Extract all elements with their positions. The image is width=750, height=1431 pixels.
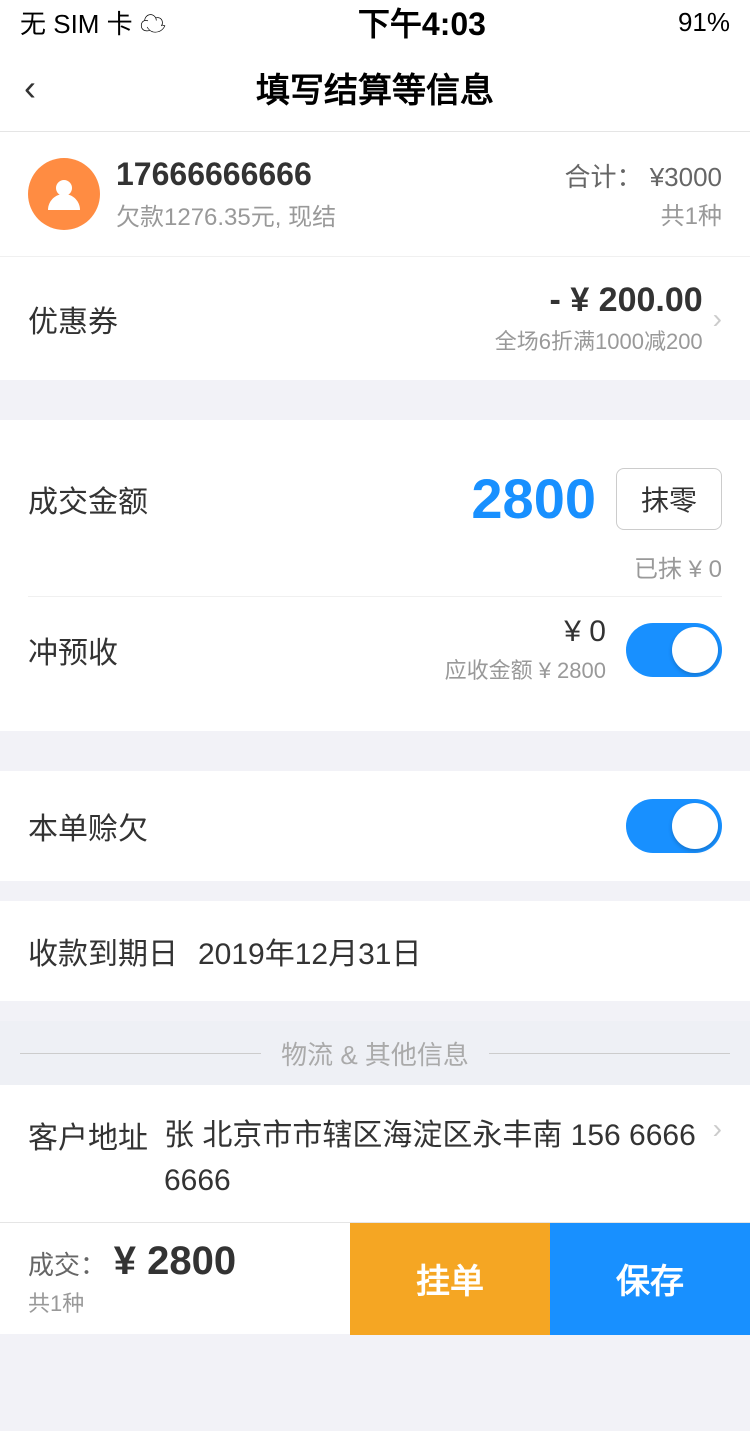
writeoff-toggle[interactable] (626, 799, 722, 853)
bottom-bar: 成交： ¥ 2800 共1种 挂单 保存 (0, 1222, 750, 1334)
total-amount: ¥3000 (650, 162, 722, 192)
duedate-value: 2019年12月31日 (198, 929, 421, 973)
separator2 (0, 731, 750, 751)
writeoff-row: 本单赊欠 (28, 799, 722, 853)
status-right: 91% (678, 7, 730, 38)
divider-line-left (20, 1053, 261, 1054)
address-card[interactable]: 客户地址 张 北京市市辖区海淀区永丰南 156 6666 6666 › (0, 1085, 750, 1231)
divider-line-right (489, 1053, 730, 1054)
address-chevron-icon: › (713, 1113, 722, 1145)
status-bar: 无 SIM 卡 ☁ 下午4:03 91% (0, 0, 750, 44)
coupon-row[interactable]: 优惠券 - ¥ 200.00 全场6折满1000减200 › (0, 256, 750, 380)
toggle-knob (672, 627, 718, 673)
duedate-card: 收款到期日 2019年12月31日 (0, 901, 750, 1001)
writeoff-card: 本单赊欠 (0, 771, 750, 881)
duedate-label: 收款到期日 (28, 929, 178, 973)
logistics-divider: 物流 & 其他信息 (0, 1021, 750, 1085)
status-battery: 91% (678, 7, 730, 38)
coupon-label: 优惠券 (28, 297, 118, 341)
deal-sub-label: 已抹 ¥ 0 (28, 549, 722, 596)
coupon-amount: - ¥ 200.00 (495, 281, 703, 320)
deal-card: 成交金额 2800 抹零 已抹 ¥ 0 冲预收 ¥ 0 应收金额 ¥ 2800 (0, 420, 750, 731)
status-left: 无 SIM 卡 ☁ (20, 4, 166, 41)
summary-label: 成交： (28, 1250, 106, 1280)
bottom-summary: 成交： ¥ 2800 共1种 (0, 1239, 350, 1318)
address-value: 张 北京市市辖区海淀区永丰南 156 6666 6666 (148, 1113, 713, 1203)
deal-amount-value: 2800 (471, 466, 596, 531)
user-phone: 17666666666 (116, 156, 336, 193)
pre-collect-desc: 应收金额 ¥ 2800 (445, 653, 606, 685)
address-row: 客户地址 张 北京市市辖区海淀区永丰南 156 6666 6666 › (28, 1113, 722, 1203)
toggle-knob2 (672, 803, 718, 849)
writeoff-label: 本单赊欠 (28, 804, 148, 848)
save-button[interactable]: 保存 (550, 1223, 750, 1335)
page-title: 填写结算等信息 (256, 63, 494, 112)
pre-collect-row: 冲预收 ¥ 0 应收金额 ¥ 2800 (28, 596, 722, 703)
user-coupon-card: 17666666666 欠款1276.35元, 现结 合计： ¥3000 共1种… (0, 132, 750, 380)
hang-order-button[interactable]: 挂单 (350, 1223, 550, 1335)
pre-collect-amount: ¥ 0 (445, 615, 606, 649)
total-count: 共1种 (564, 196, 722, 231)
summary-amount: ¥ 2800 (114, 1239, 236, 1283)
summary-count: 共1种 (28, 1286, 322, 1318)
total-label: 合计： ¥3000 (564, 157, 722, 194)
chevron-right-icon: › (713, 303, 722, 335)
coupon-desc: 全场6折满1000减200 (495, 324, 703, 356)
round-zero-button[interactable]: 抹零 (616, 468, 722, 530)
status-time: 下午4:03 (358, 0, 486, 45)
nav-bar: ‹ 填写结算等信息 (0, 44, 750, 132)
logistics-label: 物流 & 其他信息 (281, 1035, 469, 1072)
deal-amount-row: 成交金额 2800 抹零 (28, 448, 722, 549)
avatar (28, 158, 100, 230)
duedate-row: 收款到期日 2019年12月31日 (28, 929, 722, 973)
pre-collect-label: 冲预收 (28, 628, 118, 672)
pre-collect-toggle[interactable] (626, 623, 722, 677)
address-label: 客户地址 (28, 1113, 148, 1157)
back-button[interactable]: ‹ (24, 67, 36, 109)
separator (0, 400, 750, 420)
deal-amount-label: 成交金额 (28, 477, 148, 521)
user-debt: 欠款1276.35元, 现结 (116, 197, 336, 232)
user-row: 17666666666 欠款1276.35元, 现结 合计： ¥3000 共1种 (0, 132, 750, 256)
